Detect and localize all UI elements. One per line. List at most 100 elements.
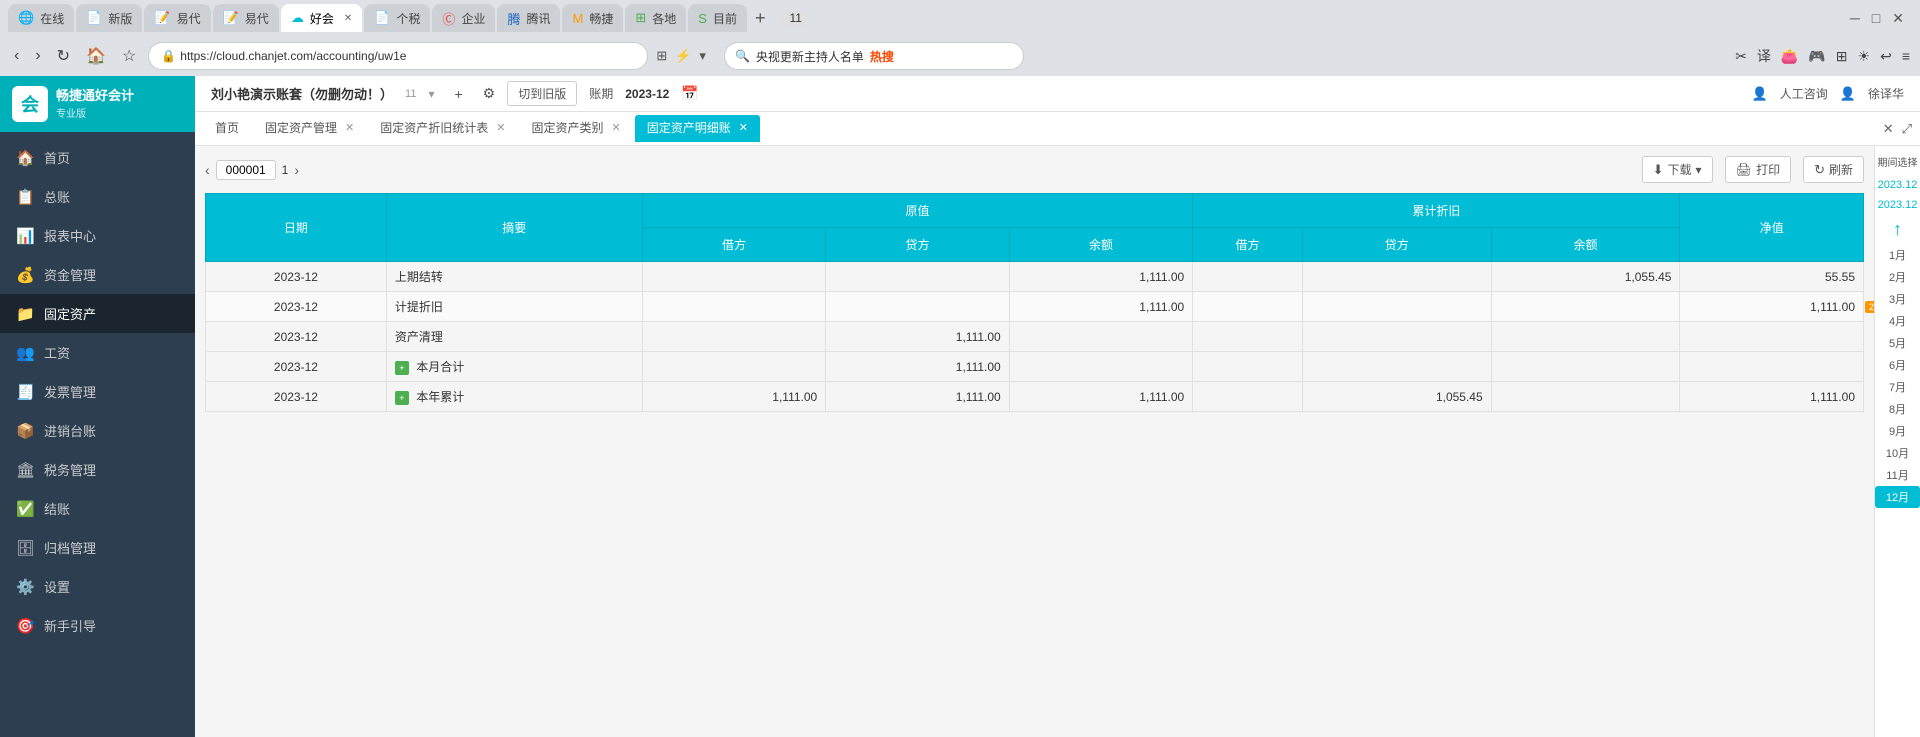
translate-icon[interactable]: 译: [1757, 46, 1771, 66]
settings-gear-icon[interactable]: ⚙: [483, 85, 496, 102]
period-year-display-1[interactable]: 2023.12: [1875, 175, 1920, 195]
address-dropdown[interactable]: ▾: [699, 48, 706, 64]
page-tab-home[interactable]: 首页: [203, 115, 251, 142]
cell-summary-3: 资产清理: [386, 322, 642, 352]
period-month-11[interactable]: 11月: [1875, 464, 1920, 486]
th-orig-debit: 借方: [642, 228, 826, 262]
brightness-icon[interactable]: ☀: [1858, 48, 1871, 65]
new-tab-button[interactable]: +: [749, 8, 772, 29]
tab-expand-icon[interactable]: ⤢: [1902, 121, 1912, 137]
home-nav-button[interactable]: 🏠: [82, 44, 110, 68]
close-tab-fixed-mgmt[interactable]: ✕: [345, 121, 354, 134]
browser-tab-gedi[interactable]: ⊞ 各地: [625, 4, 686, 32]
period-month-6[interactable]: 6月: [1875, 354, 1920, 376]
sidebar-item-salary[interactable]: 👥 工资: [0, 333, 195, 372]
menu-icon[interactable]: ≡: [1902, 48, 1910, 64]
bookmark-button[interactable]: ☆: [118, 44, 140, 68]
browser-tab-new[interactable]: 📄 新版: [76, 4, 142, 32]
sidebar-item-settings[interactable]: ⚙️ 设置: [0, 567, 195, 606]
wallet-icon[interactable]: 👛: [1781, 48, 1798, 65]
sidebar-item-guide[interactable]: 🎯 新手引导: [0, 606, 195, 645]
browser-tab-yidai1[interactable]: 📝 易代: [144, 4, 210, 32]
sidebar-item-checkout[interactable]: ✅ 结账: [0, 489, 195, 528]
search-input[interactable]: 🔍 央视更新主持人名单 热搜: [724, 42, 1024, 70]
browser-tab-changjie[interactable]: M 畅捷: [562, 4, 623, 32]
period-month-1[interactable]: 1月: [1875, 244, 1920, 266]
sidebar-item-report[interactable]: 📊 报表中心: [0, 216, 195, 255]
period-year-display-2[interactable]: 2023.12: [1875, 195, 1920, 215]
reload-button[interactable]: ↻: [53, 44, 74, 68]
sidebar-label-salary: 工资: [44, 343, 70, 362]
sidebar-item-archive[interactable]: 🗄 归档管理: [0, 528, 195, 567]
address-input[interactable]: 🔒 https://cloud.chanjet.com/accounting/u…: [148, 42, 648, 70]
tab-close-all-icon[interactable]: ✕: [1883, 121, 1894, 137]
scroll-up-button[interactable]: ↑: [1893, 219, 1902, 240]
period-month-12[interactable]: 12月: [1875, 486, 1920, 508]
period-month-2[interactable]: 2月: [1875, 266, 1920, 288]
page-tab-label-home: 首页: [215, 119, 239, 136]
browser-tab-qiye[interactable]: Ⓒ 企业: [432, 4, 495, 32]
cell-accum-debit-3: [1193, 322, 1303, 352]
browser-tab-online[interactable]: 🌐 在线: [8, 4, 74, 32]
year-badge: 2023: [1865, 301, 1874, 313]
history-icon[interactable]: ↩: [1880, 48, 1892, 65]
browser-tab-haohuiji[interactable]: ☁ 好会 ✕: [281, 4, 362, 32]
extension-icon-1[interactable]: ⊞: [656, 48, 667, 64]
notification-badge: 11: [781, 10, 809, 26]
period-month-7[interactable]: 7月: [1875, 376, 1920, 398]
period-month-10[interactable]: 10月: [1875, 442, 1920, 464]
pager-next-button[interactable]: ›: [294, 162, 299, 178]
calendar-icon[interactable]: 📅: [681, 85, 698, 102]
page-tab-fixed-detail[interactable]: 固定资产明细账 ✕: [635, 115, 760, 142]
cell-orig-debit-5: 1,111.00: [642, 382, 826, 412]
browser-tab-muqian[interactable]: S 目前: [688, 4, 747, 32]
yearly-total-badge: +: [395, 391, 409, 405]
sidebar-item-tax[interactable]: 🏛 税务管理: [0, 450, 195, 489]
sidebar-item-inventory[interactable]: 📦 进销台账: [0, 411, 195, 450]
add-account-button[interactable]: +: [446, 84, 470, 104]
refresh-icon: ↻: [1814, 162, 1825, 178]
close-tab-fixed-cat[interactable]: ✕: [612, 121, 621, 134]
extension-icon-2[interactable]: ⚡: [675, 48, 691, 64]
grid-icon[interactable]: ⊞: [1836, 48, 1848, 65]
browser-tab-tencent[interactable]: 腾 腾讯: [497, 4, 560, 32]
sidebar-item-capital[interactable]: 💰 资金管理: [0, 255, 195, 294]
period-month-8[interactable]: 8月: [1875, 398, 1920, 420]
sidebar-item-fixed[interactable]: 📁 固定资产: [0, 294, 195, 333]
tab-icon-qiye: Ⓒ: [442, 9, 455, 28]
minimize-button[interactable]: ─: [1850, 10, 1860, 26]
scissors-icon[interactable]: ✂: [1735, 48, 1747, 65]
help-btn[interactable]: 人工咨询: [1780, 85, 1828, 102]
period-month-3[interactable]: 3月: [1875, 288, 1920, 310]
maximize-button[interactable]: □: [1872, 10, 1880, 26]
back-button[interactable]: ‹: [10, 45, 23, 67]
switch-version-button[interactable]: 切到旧版: [507, 81, 577, 106]
tab-close-haohuiji[interactable]: ✕: [344, 13, 352, 24]
pager-value-input[interactable]: [216, 160, 276, 180]
download-button[interactable]: ⬇ 下载 ▾: [1642, 156, 1713, 183]
th-orig-balance: 余额: [1009, 228, 1193, 262]
browser-tab-geshui[interactable]: 📄 个税: [364, 4, 430, 32]
fixed-assets-icon: 📁: [16, 305, 34, 323]
close-tab-fixed-detail[interactable]: ✕: [739, 121, 748, 134]
forward-button[interactable]: ›: [31, 45, 44, 67]
page-tab-fixed-cat[interactable]: 固定资产类别 ✕: [519, 115, 632, 142]
period-month-9[interactable]: 9月: [1875, 420, 1920, 442]
browser-tab-label-gedi: 各地: [652, 10, 676, 27]
gamepad-icon[interactable]: 🎮: [1808, 48, 1825, 65]
print-button[interactable]: 🖨 打印: [1725, 156, 1792, 183]
browser-tab-yidai2[interactable]: 📝 易代: [213, 4, 279, 32]
sidebar-item-invoice[interactable]: 🧾 发票管理: [0, 372, 195, 411]
sidebar-item-general[interactable]: 📋 总账: [0, 177, 195, 216]
close-tab-fixed-depr[interactable]: ✕: [496, 121, 505, 134]
top-bar: 刘小艳演示账套（勿删勿动！） 11 ▾ + ⚙ 切到旧版 账期 2023-12 …: [195, 76, 1920, 112]
page-tab-fixed-mgmt[interactable]: 固定资产管理 ✕: [253, 115, 366, 142]
period-month-5[interactable]: 5月: [1875, 332, 1920, 354]
sidebar-item-home[interactable]: 🏠 首页: [0, 138, 195, 177]
pager-prev-button[interactable]: ‹: [205, 162, 210, 178]
page-tab-fixed-depr[interactable]: 固定资产折旧统计表 ✕: [368, 115, 517, 142]
dropdown-arrow-account[interactable]: ▾: [428, 87, 434, 101]
close-window-button[interactable]: ✕: [1892, 10, 1904, 27]
refresh-button[interactable]: ↻ 刷新: [1803, 156, 1864, 183]
period-month-4[interactable]: 4月: [1875, 310, 1920, 332]
